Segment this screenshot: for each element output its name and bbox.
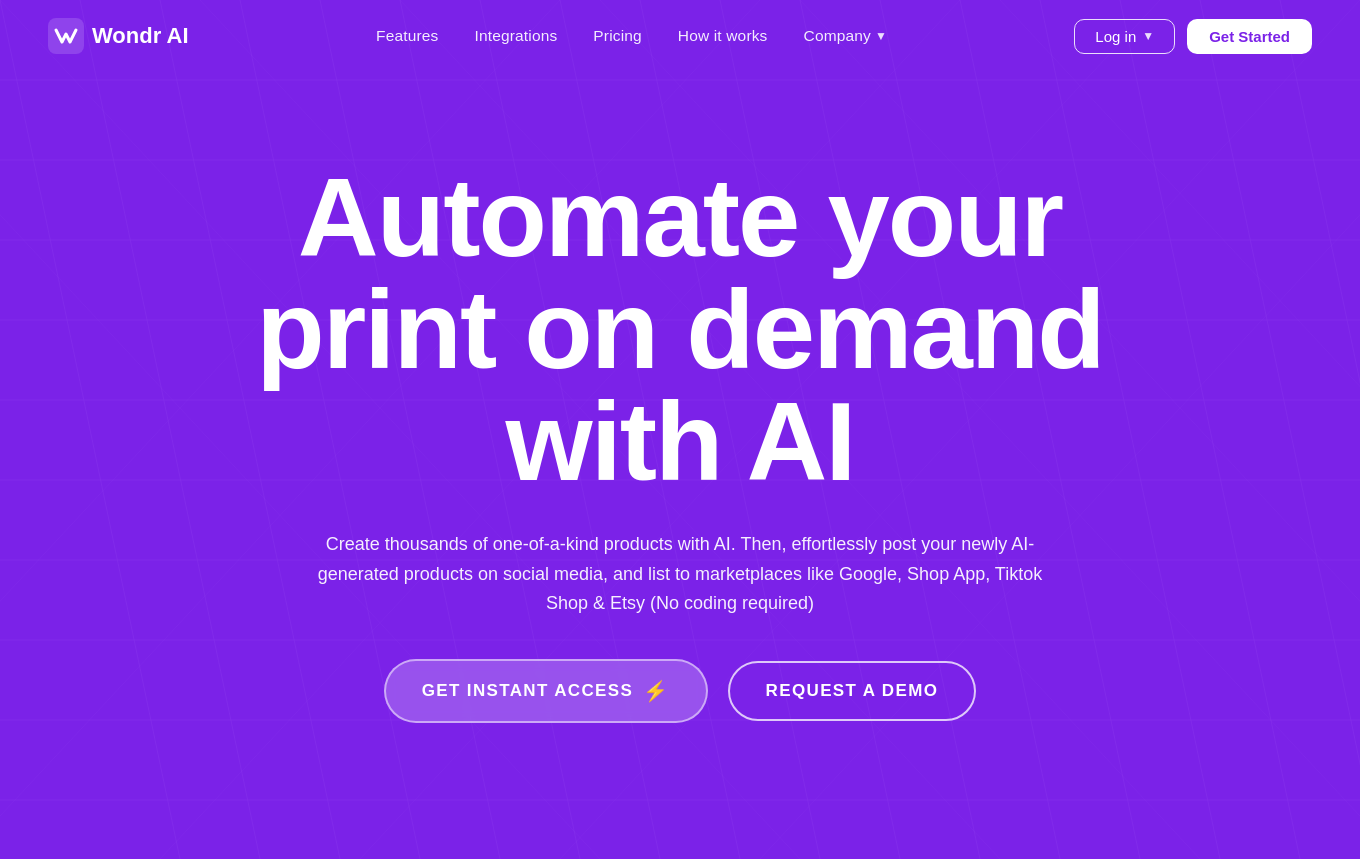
nav-item-company[interactable]: Company ▼	[804, 27, 887, 45]
nav-link-how-it-works[interactable]: How it works	[678, 27, 768, 44]
brand-logo[interactable]: Wondr AI	[48, 18, 189, 54]
nav-company-dropdown[interactable]: Company ▼	[804, 27, 887, 45]
login-chevron-down-icon: ▼	[1142, 29, 1154, 43]
nav-link-pricing[interactable]: Pricing	[593, 27, 641, 44]
wondr-logo-icon	[48, 18, 84, 54]
instant-access-button[interactable]: GET INSTANT ACCESS ⚡	[384, 659, 708, 723]
nav-link-features[interactable]: Features	[376, 27, 438, 44]
hero-subtitle: Create thousands of one-of-a-kind produc…	[300, 530, 1060, 619]
nav-item-integrations[interactable]: Integrations	[474, 27, 557, 45]
get-started-button[interactable]: Get Started	[1187, 19, 1312, 54]
request-demo-button[interactable]: REQUEST A DEMO	[728, 661, 977, 721]
nav-item-pricing[interactable]: Pricing	[593, 27, 641, 45]
hero-cta-group: GET INSTANT ACCESS ⚡ REQUEST A DEMO	[384, 659, 977, 723]
nav-actions: Log in ▼ Get Started	[1074, 19, 1312, 54]
hero-section: Automate your print on demand with AI Cr…	[0, 72, 1360, 723]
nav-item-how-it-works[interactable]: How it works	[678, 27, 768, 45]
login-button[interactable]: Log in ▼	[1074, 19, 1175, 54]
bolt-icon: ⚡	[643, 679, 669, 703]
hero-title: Automate your print on demand with AI	[256, 162, 1103, 498]
nav-links: Features Integrations Pricing How it wor…	[376, 27, 887, 45]
navbar: Wondr AI Features Integrations Pricing H…	[0, 0, 1360, 72]
nav-link-company[interactable]: Company	[804, 27, 871, 45]
nav-item-features[interactable]: Features	[376, 27, 438, 45]
brand-name: Wondr AI	[92, 23, 189, 49]
company-chevron-down-icon: ▼	[875, 29, 887, 43]
nav-link-integrations[interactable]: Integrations	[474, 27, 557, 44]
